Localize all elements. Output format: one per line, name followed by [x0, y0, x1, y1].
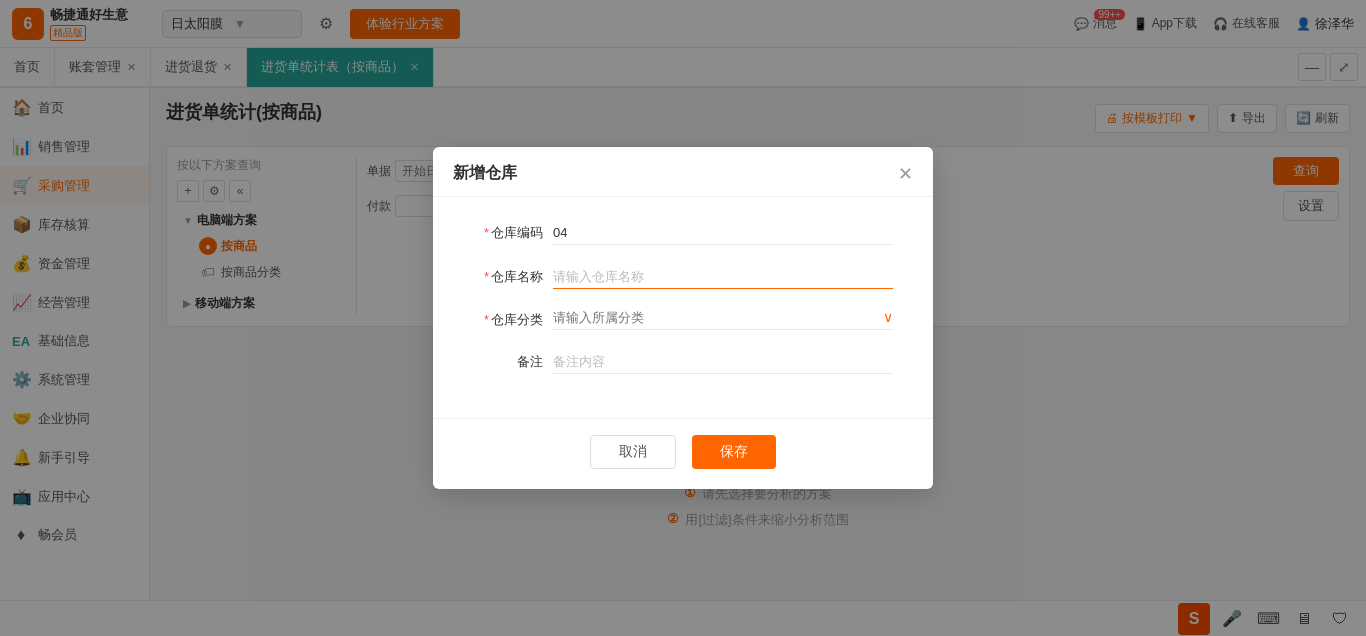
form-row-code: *仓库编码	[473, 221, 893, 245]
form-row-remark: 备注	[473, 350, 893, 374]
warehouse-code-input[interactable]	[553, 221, 893, 245]
warehouse-name-input[interactable]	[553, 265, 893, 289]
category-label: *仓库分类	[473, 311, 543, 329]
category-dropdown-icon[interactable]: ∨	[883, 309, 893, 325]
form-row-category: *仓库分类 ∨	[473, 309, 893, 330]
add-warehouse-modal: 新增仓库 ✕ *仓库编码 *仓库名称 *仓库分类 ∨	[433, 147, 933, 489]
modal-close-button[interactable]: ✕	[898, 165, 913, 183]
code-label: *仓库编码	[473, 224, 543, 242]
modal-footer: 取消 保存	[433, 418, 933, 489]
save-button[interactable]: 保存	[692, 435, 776, 469]
modal-body: *仓库编码 *仓库名称 *仓库分类 ∨ 备注	[433, 197, 933, 418]
category-select-row: ∨	[553, 309, 893, 330]
remark-label: 备注	[473, 353, 543, 371]
name-label: *仓库名称	[473, 268, 543, 286]
remark-input[interactable]	[553, 350, 893, 374]
modal-title: 新增仓库	[453, 163, 517, 184]
cancel-button[interactable]: 取消	[590, 435, 676, 469]
form-row-name: *仓库名称	[473, 265, 893, 289]
category-select-input[interactable]	[553, 310, 883, 325]
modal-header: 新增仓库 ✕	[433, 147, 933, 197]
